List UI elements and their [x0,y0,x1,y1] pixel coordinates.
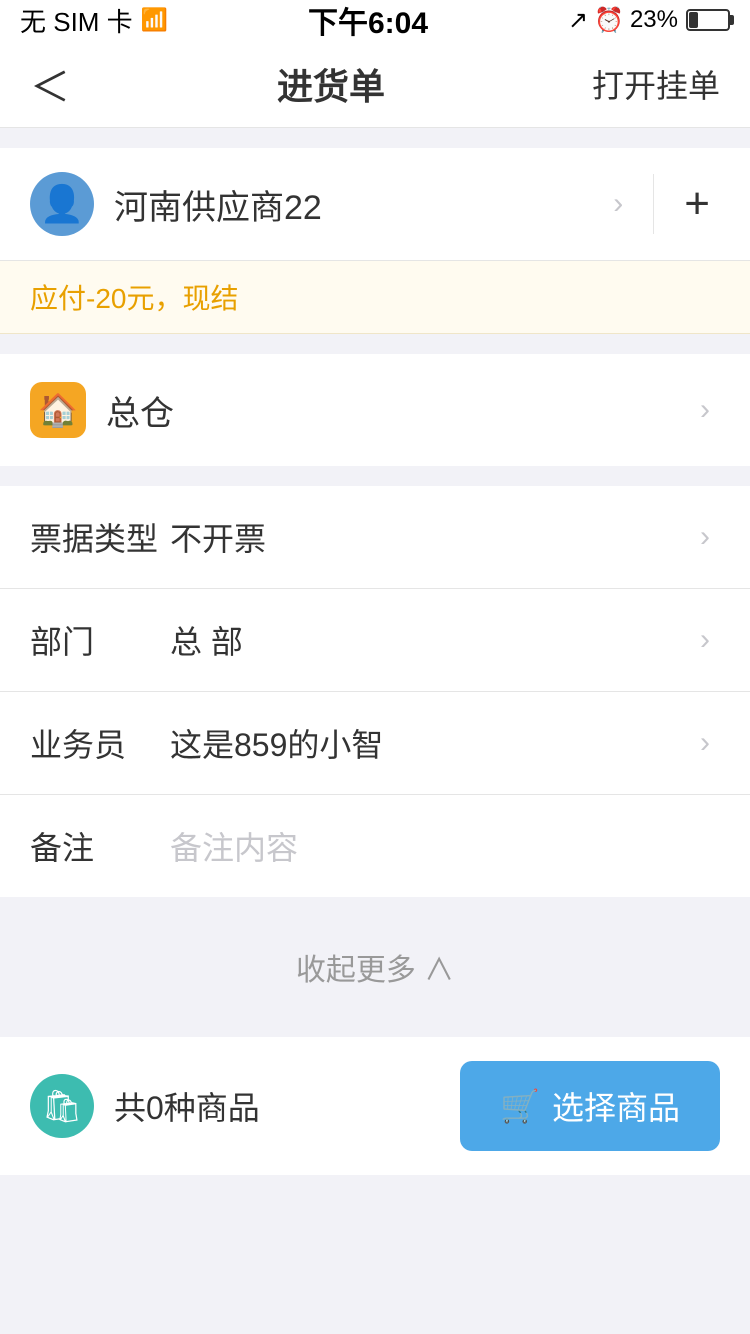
vertical-divider [653,174,654,234]
avatar-icon: 👤 [40,183,85,225]
product-icon: 🛍 [42,1087,83,1125]
warehouse-icon-container: 🏠 [30,382,86,438]
warehouse-chevron-icon: › [700,393,710,427]
content: 👤 河南供应商22 › + 应付-20元，现结 🏠 总仓 › 票据类型 不开票 … [0,148,750,1175]
remark-row[interactable]: 备注 备注内容 [0,795,750,897]
status-time: 下午6:04 [308,0,428,42]
wifi-icon: 📶 [141,7,168,33]
select-product-button[interactable]: 🛒 选择商品 [460,1061,720,1151]
open-pending-button[interactable]: 打开挂单 [592,61,720,107]
supplier-row[interactable]: 👤 河南供应商22 › + [0,148,750,261]
select-product-label: 选择商品 [552,1083,680,1129]
remark-input[interactable]: 备注内容 [170,823,720,869]
invoice-chevron-icon: › [700,520,710,554]
supplier-chevron-icon: › [613,187,623,221]
back-button[interactable]: ＜ [30,55,70,113]
remark-label: 备注 [30,823,170,869]
battery-percent: 23% [630,6,678,34]
dept-value: 总 部 [170,617,700,663]
bottom-bar: 🛍 共0种商品 🛒 选择商品 [0,1037,750,1175]
collapse-button[interactable]: 收起更多 ∧ [0,917,750,1017]
collapse-label: 收起更多 ∧ [296,945,454,989]
battery-icon [686,9,730,31]
warehouse-name: 总仓 [106,386,700,435]
page-title: 进货单 [277,58,385,110]
supplier-section: 👤 河南供应商22 › + 应付-20元，现结 [0,148,750,334]
nav-bar: ＜ 进货单 打开挂单 [0,40,750,128]
invoice-type-value: 不开票 [170,514,700,560]
warning-banner: 应付-20元，现结 [0,261,750,334]
salesman-label: 业务员 [30,720,170,766]
add-supplier-button[interactable]: + [674,179,720,229]
dept-label: 部门 [30,617,170,663]
invoice-type-label: 票据类型 [30,514,170,560]
salesman-row[interactable]: 业务员 这是859的小智 › [0,692,750,795]
warning-text: 应付-20元，现结 [30,283,238,314]
status-left: 无 SIM 卡 📶 [20,2,168,39]
product-count-label: 共0种商品 [114,1083,440,1129]
salesman-value: 这是859的小智 [170,720,700,766]
warehouse-icon: 🏠 [38,391,78,429]
status-bar: 无 SIM 卡 📶 下午6:04 ↗ ⏰ 23% [0,0,750,40]
product-icon-container: 🛍 [30,1074,94,1138]
select-product-icon: 🛒 [500,1087,540,1125]
status-right: ↗ ⏰ 23% [568,6,730,35]
location-icon: ↗ [568,6,588,35]
carrier-label: 无 SIM 卡 [20,2,133,39]
dept-row[interactable]: 部门 总 部 › [0,589,750,692]
alarm-icon: ⏰ [594,6,624,35]
form-section: 票据类型 不开票 › 部门 总 部 › 业务员 这是859的小智 › 备注 备注… [0,486,750,897]
warehouse-row[interactable]: 🏠 总仓 › [0,354,750,466]
supplier-avatar: 👤 [30,172,94,236]
salesman-chevron-icon: › [700,726,710,760]
invoice-type-row[interactable]: 票据类型 不开票 › [0,486,750,589]
dept-chevron-icon: › [700,623,710,657]
supplier-name: 河南供应商22 [114,180,613,229]
